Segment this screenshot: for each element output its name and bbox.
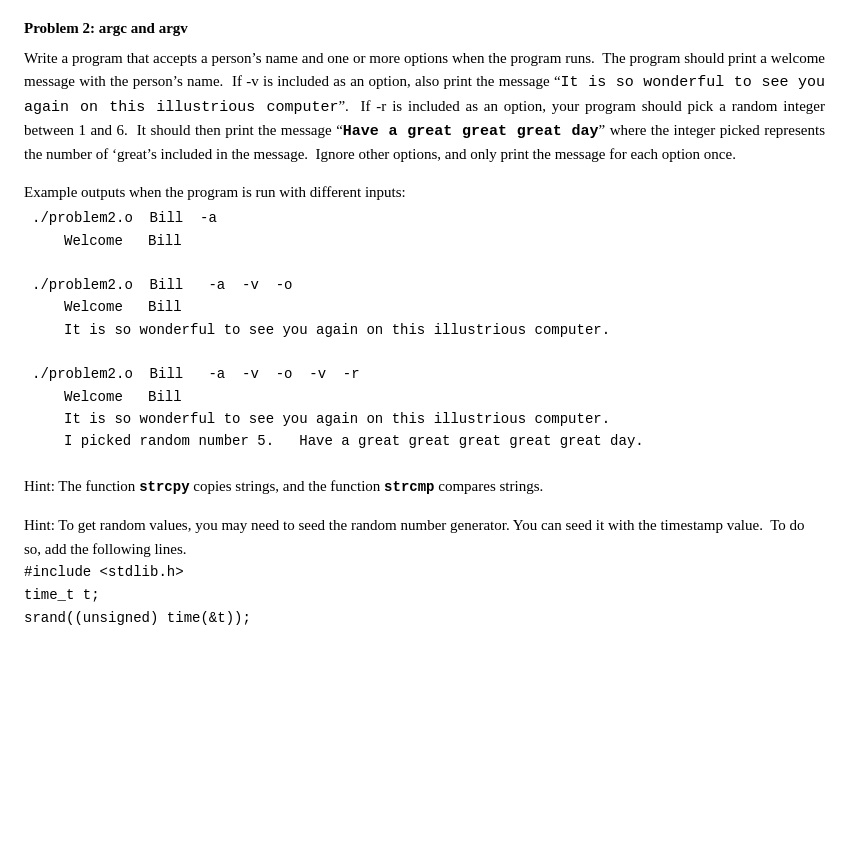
hint-2: Hint: To get random values, you may need… (24, 514, 825, 630)
hint-2-intro: Hint: To get random values, you may need… (24, 514, 825, 561)
hint-1: Hint: The function strcpy copies strings… (24, 475, 825, 499)
example-1-code: ./problem2.o Bill -a Welcome Bill (32, 207, 825, 252)
problem-title: Problem 2: argc and argv (24, 20, 825, 37)
examples-section: Example outputs when the program is run … (24, 184, 825, 453)
strcmp-code: strcmp (384, 479, 434, 495)
example-intro-label: Example outputs when the program is run … (24, 184, 825, 201)
hint-2-code: #include <stdlib.h>time_t t;srand((unsig… (24, 561, 825, 630)
example-2-code: ./problem2.o Bill -a -v -o Welcome Bill … (32, 274, 825, 341)
example-3: ./problem2.o Bill -a -v -o -v -r Welcome… (24, 363, 825, 453)
page-container: Problem 2: argc and argv Write a program… (24, 20, 825, 630)
example-2: ./problem2.o Bill -a -v -o Welcome Bill … (24, 274, 825, 341)
problem-description: Write a program that accepts a person’s … (24, 47, 825, 166)
example-1: ./problem2.o Bill -a Welcome Bill (24, 207, 825, 252)
strcpy-code: strcpy (139, 479, 189, 495)
example-3-code: ./problem2.o Bill -a -v -o -v -r Welcome… (32, 363, 825, 453)
